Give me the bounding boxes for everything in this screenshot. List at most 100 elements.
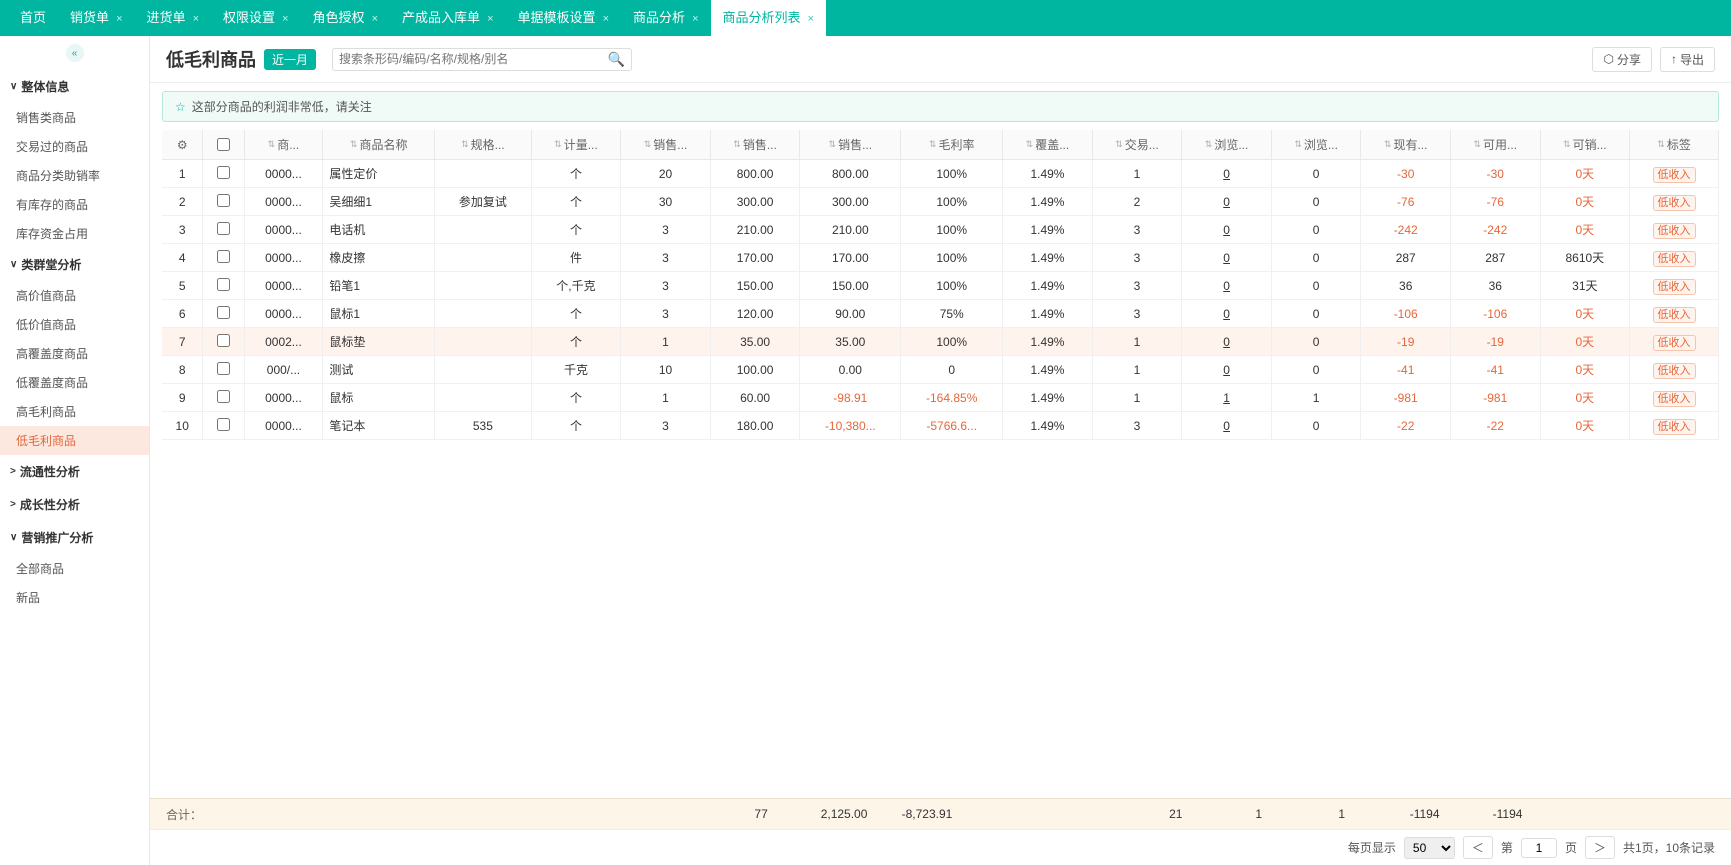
nav-item-权限设置[interactable]: 权限设置 × xyxy=(211,0,301,36)
close-icon[interactable]: × xyxy=(805,13,814,25)
cell-name: 鼠标垫 xyxy=(323,328,435,356)
sidebar-item-低毛利商品[interactable]: 低毛利商品 xyxy=(0,426,149,455)
col-header-sales_amount: ⇅ 销售... xyxy=(800,130,901,160)
cell-sales_amount: 0.00 xyxy=(800,356,901,384)
browse1-link[interactable]: 0 xyxy=(1223,335,1230,349)
cell-cover_rate: 1.49% xyxy=(1003,216,1093,244)
browse1-link[interactable]: 1 xyxy=(1223,391,1230,405)
sidebar-item-高毛利商品[interactable]: 高毛利商品 xyxy=(0,397,149,426)
cell-saleable: 0天 xyxy=(1540,300,1630,328)
main-layout: « ∨整体信息销售类商品交易过的商品商品分类助销率有库存的商品库存资金占用∨类群堂… xyxy=(0,36,1731,865)
row-checkbox[interactable] xyxy=(217,362,230,375)
cell-name: 鼠标 xyxy=(323,384,435,412)
select-all-checkbox[interactable] xyxy=(217,138,230,151)
search-input[interactable] xyxy=(339,52,608,66)
close-icon[interactable]: × xyxy=(484,13,493,25)
row-checkbox[interactable] xyxy=(217,250,230,263)
cell-trade: 3 xyxy=(1092,216,1182,244)
cell-browse2: 0 xyxy=(1271,160,1361,188)
row-checkbox[interactable] xyxy=(217,278,230,291)
sidebar-item-全部商品[interactable]: 全部商品 xyxy=(0,554,149,583)
nav-item-进货单[interactable]: 进货单 × xyxy=(135,0,212,36)
cell-trade: 1 xyxy=(1092,356,1182,384)
sidebar-item-高覆盖度商品[interactable]: 高覆盖度商品 xyxy=(0,339,149,368)
browse1-link[interactable]: 0 xyxy=(1223,419,1230,433)
close-icon[interactable]: × xyxy=(600,13,609,25)
browse1-link[interactable]: 0 xyxy=(1223,195,1230,209)
cell-browse1: 0 xyxy=(1182,300,1272,328)
settings-icon[interactable]: ⚙ xyxy=(177,138,188,152)
close-icon[interactable]: × xyxy=(369,13,378,25)
sidebar-item-有库存的商品[interactable]: 有库存的商品 xyxy=(0,190,149,219)
cell-browse1: 0 xyxy=(1182,188,1272,216)
sidebar-item-低覆盖度商品[interactable]: 低覆盖度商品 xyxy=(0,368,149,397)
prev-page-button[interactable]: ＜ xyxy=(1463,836,1493,859)
sidebar-collapse-button[interactable]: « xyxy=(66,44,84,62)
tag-label: 低收入 xyxy=(1653,167,1696,183)
cell-cover_rate: 1.49% xyxy=(1003,328,1093,356)
row-checkbox[interactable] xyxy=(217,194,230,207)
sidebar-group-3[interactable]: >成长性分析 xyxy=(0,488,149,521)
browse1-link[interactable]: 0 xyxy=(1223,363,1230,377)
cell-tag: 低收入 xyxy=(1630,272,1719,300)
sidebar-item-销售类商品[interactable]: 销售类商品 xyxy=(0,103,149,132)
col-header-settings[interactable]: ⚙ xyxy=(162,130,203,160)
nav-item-销货单[interactable]: 销货单 × xyxy=(58,0,135,36)
row-checkbox[interactable] xyxy=(217,334,230,347)
row-checkbox[interactable] xyxy=(217,222,230,235)
close-icon[interactable]: × xyxy=(190,13,199,25)
search-icon[interactable]: 🔍 xyxy=(608,51,625,68)
browse1-link[interactable]: 0 xyxy=(1223,251,1230,265)
page-size-select[interactable]: 2050100 xyxy=(1404,837,1455,859)
cell-sales_price: 180.00 xyxy=(710,412,800,440)
footer-cell-sales_qty: 77 xyxy=(720,805,803,823)
sidebar-group-2[interactable]: >流通性分析 xyxy=(0,455,149,488)
sidebar-item-低价值商品[interactable]: 低价值商品 xyxy=(0,310,149,339)
row-checkbox[interactable] xyxy=(217,166,230,179)
close-icon[interactable]: × xyxy=(113,13,122,25)
row-checkbox[interactable] xyxy=(217,390,230,403)
col-header-browse2: ⇅ 浏览... xyxy=(1271,130,1361,160)
cell-saleable: 0天 xyxy=(1540,384,1630,412)
close-icon[interactable]: × xyxy=(279,13,288,25)
browse1-link[interactable]: 0 xyxy=(1223,307,1230,321)
browse1-link[interactable]: 0 xyxy=(1223,167,1230,181)
nav-item-商品分析列表[interactable]: 商品分析列表 × xyxy=(711,0,827,36)
nav-item-角色授权[interactable]: 角色授权 × xyxy=(301,0,391,36)
sidebar-item-交易过的商品[interactable]: 交易过的商品 xyxy=(0,132,149,161)
nav-item-商品分析[interactable]: 商品分析 × xyxy=(621,0,711,36)
cell-sales_amount: -98.91 xyxy=(800,384,901,412)
col-header-checkbox[interactable] xyxy=(203,130,244,160)
close-icon[interactable]: × xyxy=(689,13,698,25)
nav-item-产成品入库单[interactable]: 产成品入库单 × xyxy=(390,0,506,36)
export-button[interactable]: ↑ 导出 xyxy=(1660,47,1715,72)
cell-current_stock: -76 xyxy=(1361,188,1451,216)
cell-current_stock: -30 xyxy=(1361,160,1451,188)
sidebar-item-商品分类助销率[interactable]: 商品分类助销率 xyxy=(0,161,149,190)
share-button[interactable]: ⬡ 分享 xyxy=(1592,47,1652,72)
table-container[interactable]: ⚙⇅ 商...⇅ 商品名称⇅ 规格...⇅ 计量...⇅ 销售...⇅ 销售..… xyxy=(150,130,1731,798)
table-row: 10000...属性定价个20800.00800.00100%1.49%100-… xyxy=(162,160,1719,188)
cell-unit: 个 xyxy=(531,412,621,440)
next-page-button[interactable]: ＞ xyxy=(1585,836,1615,859)
cell-name: 测试 xyxy=(323,356,435,384)
page-input[interactable] xyxy=(1521,838,1557,858)
browse1-link[interactable]: 0 xyxy=(1223,223,1230,237)
cell-code: 000/... xyxy=(244,356,323,384)
cell-spec xyxy=(435,300,532,328)
sidebar-item-新品[interactable]: 新品 xyxy=(0,583,149,612)
browse1-link[interactable]: 0 xyxy=(1223,279,1230,293)
sidebar-group-1[interactable]: ∨类群堂分析 xyxy=(0,248,149,281)
filter-tag-button[interactable]: 近一月 xyxy=(264,49,316,70)
row-checkbox[interactable] xyxy=(217,306,230,319)
cell-settings: 8 xyxy=(162,356,203,384)
table-row: 30000...电话机个3210.00210.00100%1.49%300-24… xyxy=(162,216,1719,244)
cell-sales_qty: 1 xyxy=(621,384,711,412)
row-checkbox[interactable] xyxy=(217,418,230,431)
nav-item-首页[interactable]: 首页 xyxy=(8,0,58,36)
sidebar-group-4[interactable]: ∨营销推广分析 xyxy=(0,521,149,554)
nav-item-单据模板设置[interactable]: 单据模板设置 × xyxy=(506,0,622,36)
sidebar-item-库存资金占用[interactable]: 库存资金占用 xyxy=(0,219,149,248)
sidebar-group-0[interactable]: ∨整体信息 xyxy=(0,70,149,103)
sidebar-item-高价值商品[interactable]: 高价值商品 xyxy=(0,281,149,310)
